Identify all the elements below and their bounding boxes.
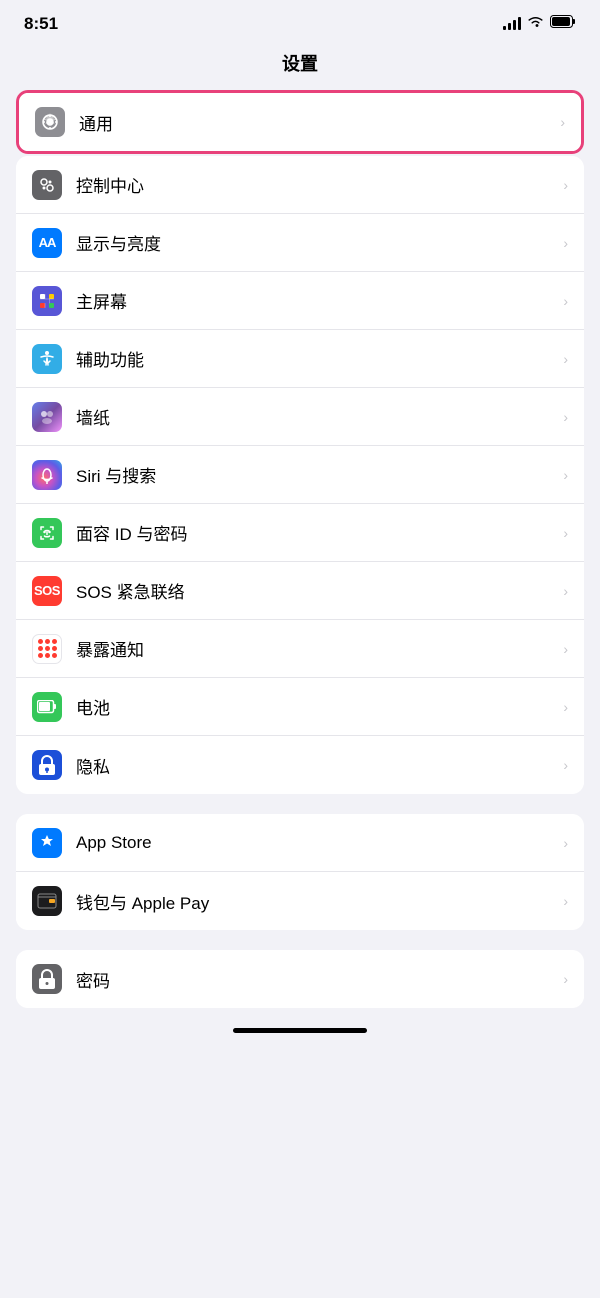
status-bar: 8:51 — [0, 0, 600, 42]
exposure-chevron: › — [563, 641, 568, 657]
wallpaper-chevron: › — [563, 409, 568, 425]
wallet-label: 钱包与 Apple Pay — [76, 889, 555, 914]
accessibility-icon — [32, 344, 62, 374]
wallpaper-icon — [32, 402, 62, 432]
control-center-chevron: › — [563, 177, 568, 193]
settings-row-siri[interactable]: Siri 与搜索 › — [16, 446, 584, 504]
main-group: 控制中心 › AA 显示与亮度 › 主屏幕 › — [16, 156, 584, 794]
sos-chevron: › — [563, 583, 568, 599]
wallet-icon — [32, 886, 62, 916]
passwords-chevron: › — [563, 971, 568, 987]
passwords-label: 密码 — [76, 967, 555, 992]
settings-row-wallpaper[interactable]: 墙纸 › — [16, 388, 584, 446]
battery-label: 电池 — [76, 694, 555, 719]
display-label: 显示与亮度 — [76, 230, 555, 255]
privacy-icon — [32, 750, 62, 780]
home-indicator — [233, 1028, 367, 1033]
accessibility-label: 辅助功能 — [76, 346, 555, 371]
face-id-label: 面容 ID 与密码 — [76, 520, 555, 545]
wifi-icon — [527, 15, 544, 33]
app-store-label: App Store — [76, 833, 555, 853]
battery-row-icon — [32, 692, 62, 722]
settings-row-accessibility[interactable]: 辅助功能 › — [16, 330, 584, 388]
wallet-chevron: › — [563, 893, 568, 909]
control-center-label: 控制中心 — [76, 172, 555, 197]
general-icon — [35, 107, 65, 137]
general-label: 通用 — [79, 110, 552, 135]
privacy-chevron: › — [563, 757, 568, 773]
control-center-icon — [32, 170, 62, 200]
battery-icon — [550, 15, 576, 33]
exposure-label: 暴露通知 — [76, 636, 555, 661]
privacy-label: 隐私 — [76, 753, 555, 778]
status-time: 8:51 — [24, 14, 58, 34]
accessibility-chevron: › — [563, 351, 568, 367]
second-group: App Store › 钱包与 Apple Pay › — [16, 814, 584, 930]
app-store-icon — [32, 828, 62, 858]
settings-row-home-screen[interactable]: 主屏幕 › — [16, 272, 584, 330]
home-screen-label: 主屏幕 — [76, 288, 555, 313]
home-screen-chevron: › — [563, 293, 568, 309]
settings-row-wallet[interactable]: 钱包与 Apple Pay › — [16, 872, 584, 930]
passwords-icon — [32, 964, 62, 994]
sos-label: SOS 紧急联络 — [76, 578, 555, 603]
settings-row-face-id[interactable]: 面容 ID 与密码 › — [16, 504, 584, 562]
home-screen-icon — [32, 286, 62, 316]
highlighted-group: 通用 › — [16, 90, 584, 154]
settings-row-app-store[interactable]: App Store › — [16, 814, 584, 872]
settings-row-sos[interactable]: SOS SOS 紧急联络 › — [16, 562, 584, 620]
display-chevron: › — [563, 235, 568, 251]
settings-row-battery[interactable]: 电池 › — [16, 678, 584, 736]
status-icons — [503, 15, 576, 33]
siri-label: Siri 与搜索 — [76, 462, 555, 487]
third-group: 密码 › — [16, 950, 584, 1008]
settings-row-general[interactable]: 通用 › — [19, 93, 581, 151]
page-title: 设置 — [0, 42, 600, 90]
display-icon: AA — [32, 228, 62, 258]
exposure-icon — [32, 634, 62, 664]
siri-chevron: › — [563, 467, 568, 483]
settings-row-display[interactable]: AA 显示与亮度 › — [16, 214, 584, 272]
general-chevron: › — [560, 114, 565, 130]
signal-icon — [503, 18, 521, 30]
battery-chevron: › — [563, 699, 568, 715]
settings-row-exposure[interactable]: 暴露通知 › — [16, 620, 584, 678]
face-id-chevron: › — [563, 525, 568, 541]
settings-row-passwords[interactable]: 密码 › — [16, 950, 584, 1008]
sos-icon: SOS — [32, 576, 62, 606]
siri-icon — [32, 460, 62, 490]
app-store-chevron: › — [563, 835, 568, 851]
face-id-icon — [32, 518, 62, 548]
settings-row-privacy[interactable]: 隐私 › — [16, 736, 584, 794]
settings-row-control-center[interactable]: 控制中心 › — [16, 156, 584, 214]
wallpaper-label: 墙纸 — [76, 404, 555, 429]
